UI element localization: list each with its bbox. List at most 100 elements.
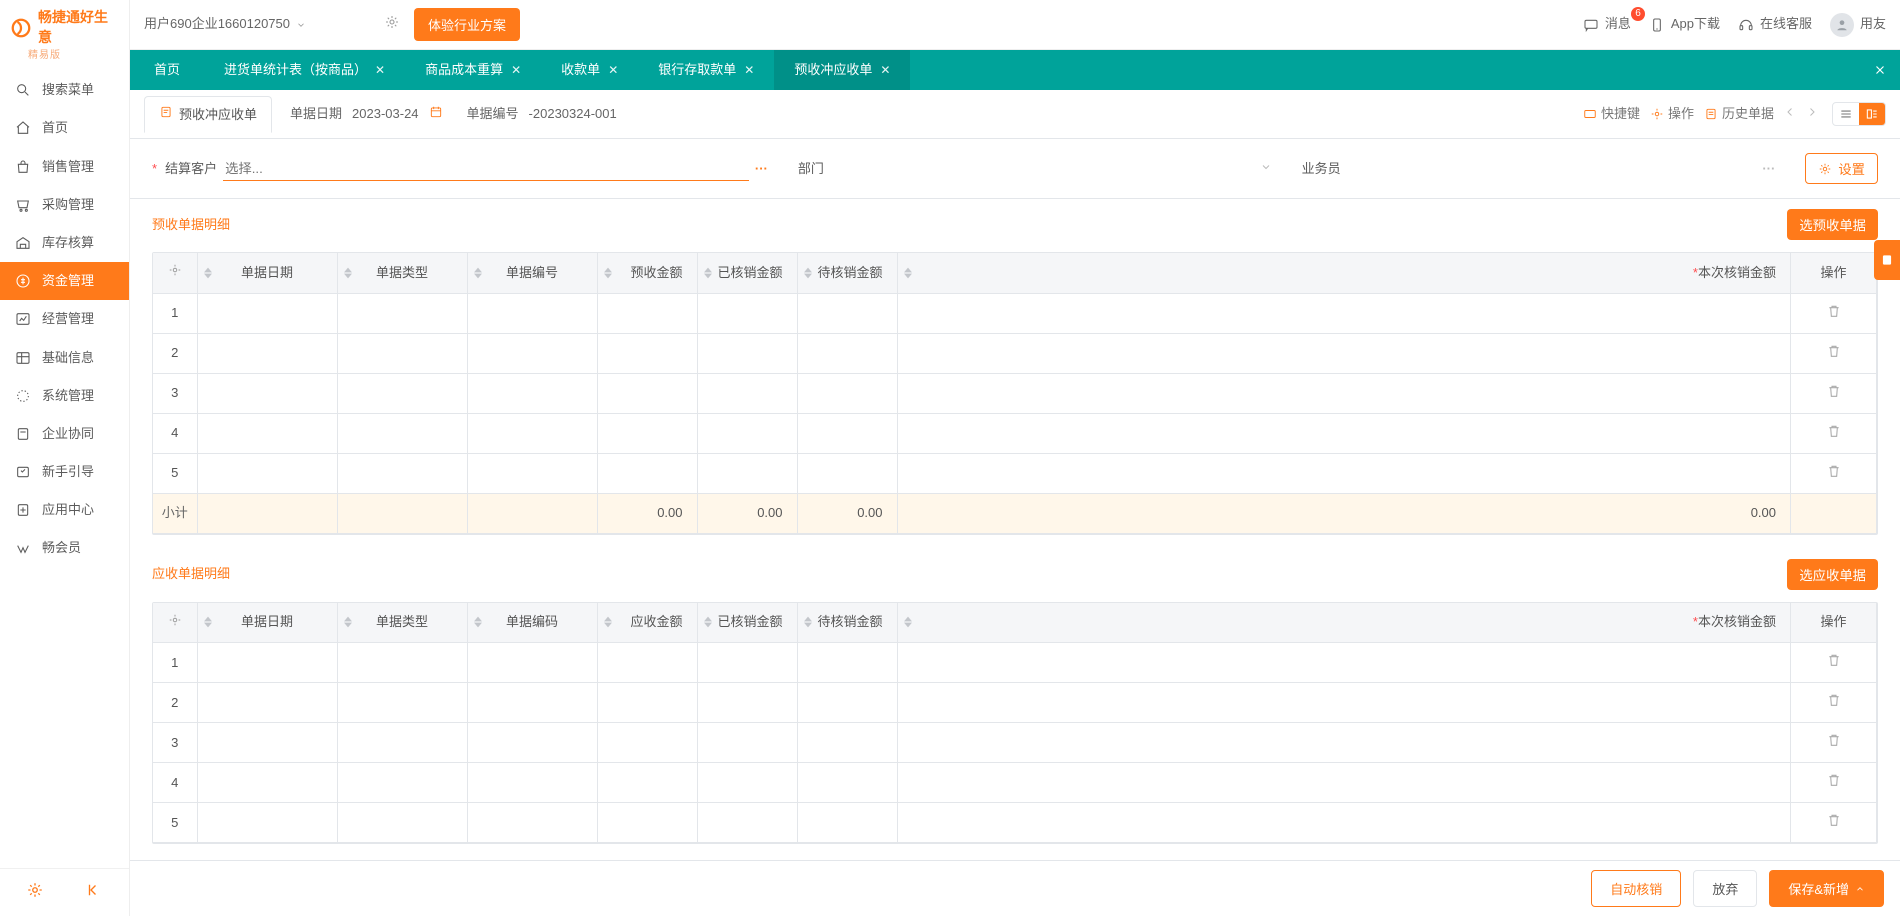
next-doc-icon[interactable] [1806, 105, 1818, 123]
col-type[interactable]: 单据类型 [337, 253, 467, 293]
company-selector[interactable]: 用户690企业1660120750 [144, 15, 374, 33]
calendar-icon[interactable] [429, 105, 443, 124]
discard-button[interactable]: 放弃 [1693, 870, 1757, 907]
col-receivable[interactable]: 应收金额 [597, 603, 697, 643]
sidebar-item-search[interactable]: 搜索菜单 [0, 71, 129, 109]
table-row[interactable]: 5 [153, 453, 1877, 493]
choose-receivable-button[interactable]: 选应收单据 [1787, 559, 1878, 590]
sort-icon[interactable] [604, 616, 612, 628]
tab-item-active[interactable]: 预收冲应收单✕ [774, 50, 910, 90]
sidebar-item-basic[interactable]: 基础信息 [0, 339, 129, 377]
tab-item[interactable]: 银行存取款单✕ [638, 50, 774, 90]
table-row[interactable]: 2 [153, 333, 1877, 373]
col-date[interactable]: 单据日期 [197, 253, 337, 293]
table-row[interactable]: 5 [153, 803, 1877, 843]
col-no[interactable]: 单据编号 [467, 253, 597, 293]
delete-icon[interactable] [1826, 776, 1842, 791]
col-this[interactable]: *本次核销金额 [897, 253, 1791, 293]
col-pending[interactable]: 待核销金额 [797, 253, 897, 293]
sidebar-item-funds[interactable]: 资金管理 [0, 262, 129, 300]
delete-icon[interactable] [1826, 736, 1842, 751]
tab-item[interactable]: 收款单✕ [541, 50, 638, 90]
sidebar-item-collab[interactable]: 企业协同 [0, 415, 129, 453]
delete-icon[interactable] [1826, 467, 1842, 482]
table-row[interactable]: 3 [153, 723, 1877, 763]
messages-link[interactable]: 消息 6 [1583, 15, 1631, 33]
view-detail-icon[interactable] [1859, 103, 1885, 125]
col-type[interactable]: 单据类型 [337, 603, 467, 643]
sidebar-item-operation[interactable]: 经营管理 [0, 300, 129, 338]
sort-icon[interactable] [704, 616, 712, 628]
col-code[interactable]: 单据编码 [467, 603, 597, 643]
col-settings-icon[interactable] [153, 603, 197, 643]
col-settled[interactable]: 已核销金额 [697, 603, 797, 643]
staff-picker-icon[interactable]: ··· [1762, 160, 1775, 178]
sort-icon[interactable] [704, 267, 712, 279]
sidebar-item-vip[interactable]: 畅会员 [0, 529, 129, 567]
delete-icon[interactable] [1826, 347, 1842, 362]
page-settings-button[interactable]: 设置 [1805, 153, 1878, 184]
tab-home[interactable]: 首页 [130, 50, 204, 90]
sort-icon[interactable] [604, 267, 612, 279]
close-all-tabs[interactable] [1860, 50, 1900, 90]
col-settings-icon[interactable] [153, 253, 197, 293]
sort-icon[interactable] [344, 616, 352, 628]
doc-date-value[interactable]: 2023-03-24 [352, 105, 419, 123]
delete-icon[interactable] [1826, 427, 1842, 442]
sidebar-item-inventory[interactable]: 库存核算 [0, 224, 129, 262]
table-row[interactable]: 2 [153, 683, 1877, 723]
sidebar-collapse-icon[interactable] [85, 881, 103, 904]
operate-link[interactable]: 操作 [1650, 105, 1694, 123]
tab-item[interactable]: 商品成本重算✕ [405, 50, 541, 90]
sidebar-settings-icon[interactable] [26, 881, 44, 904]
col-settled[interactable]: 已核销金额 [697, 253, 797, 293]
tab-close-icon[interactable]: ✕ [608, 62, 618, 79]
chevron-down-icon[interactable] [1260, 160, 1272, 178]
sort-icon[interactable] [904, 267, 912, 279]
sidebar-item-appcenter[interactable]: 应用中心 [0, 491, 129, 529]
tab-close-icon[interactable]: ✕ [511, 62, 521, 79]
view-list-icon[interactable] [1833, 103, 1859, 125]
user-menu[interactable]: 用友 [1830, 13, 1886, 37]
sort-icon[interactable] [344, 267, 352, 279]
table-row[interactable]: 1 [153, 643, 1877, 683]
sidebar-item-guide[interactable]: 新手引导 [0, 453, 129, 491]
auto-settle-button[interactable]: 自动核销 [1591, 870, 1681, 907]
support-link[interactable]: 在线客服 [1738, 15, 1812, 33]
try-plan-button[interactable]: 体验行业方案 [414, 8, 520, 41]
sort-icon[interactable] [904, 616, 912, 628]
col-prepay[interactable]: 预收金额 [597, 253, 697, 293]
side-drawer-handle[interactable] [1874, 240, 1900, 280]
delete-icon[interactable] [1826, 307, 1842, 322]
sidebar-item-home[interactable]: 首页 [0, 109, 129, 147]
delete-icon[interactable] [1826, 696, 1842, 711]
delete-icon[interactable] [1826, 656, 1842, 671]
col-this[interactable]: *本次核销金额 [897, 603, 1791, 643]
delete-icon[interactable] [1826, 816, 1842, 831]
sort-icon[interactable] [474, 616, 482, 628]
sidebar-item-purchase[interactable]: 采购管理 [0, 186, 129, 224]
sort-icon[interactable] [474, 267, 482, 279]
table-row[interactable]: 3 [153, 373, 1877, 413]
tab-item[interactable]: 进货单统计表（按商品）✕ [204, 50, 405, 90]
sort-icon[interactable] [204, 267, 212, 279]
company-settings-icon[interactable] [384, 14, 400, 35]
customer-input[interactable] [223, 157, 749, 181]
sidebar-item-sales[interactable]: 销售管理 [0, 148, 129, 186]
prev-doc-icon[interactable] [1784, 105, 1796, 123]
save-new-button[interactable]: 保存&新增 [1769, 870, 1884, 907]
shortcut-link[interactable]: 快捷键 [1583, 105, 1640, 123]
staff-input[interactable] [1347, 157, 1757, 181]
tab-close-icon[interactable]: ✕ [375, 62, 385, 79]
dept-input[interactable] [830, 157, 1254, 181]
tab-close-icon[interactable]: ✕ [880, 62, 890, 79]
choose-prepay-button[interactable]: 选预收单据 [1787, 209, 1878, 240]
history-link[interactable]: 历史单据 [1704, 105, 1774, 123]
sort-icon[interactable] [804, 616, 812, 628]
col-pending[interactable]: 待核销金额 [797, 603, 897, 643]
table-row[interactable]: 1 [153, 293, 1877, 333]
sidebar-item-system[interactable]: 系统管理 [0, 377, 129, 415]
app-download-link[interactable]: App下载 [1649, 15, 1720, 33]
table-row[interactable]: 4 [153, 763, 1877, 803]
table-row[interactable]: 4 [153, 413, 1877, 453]
